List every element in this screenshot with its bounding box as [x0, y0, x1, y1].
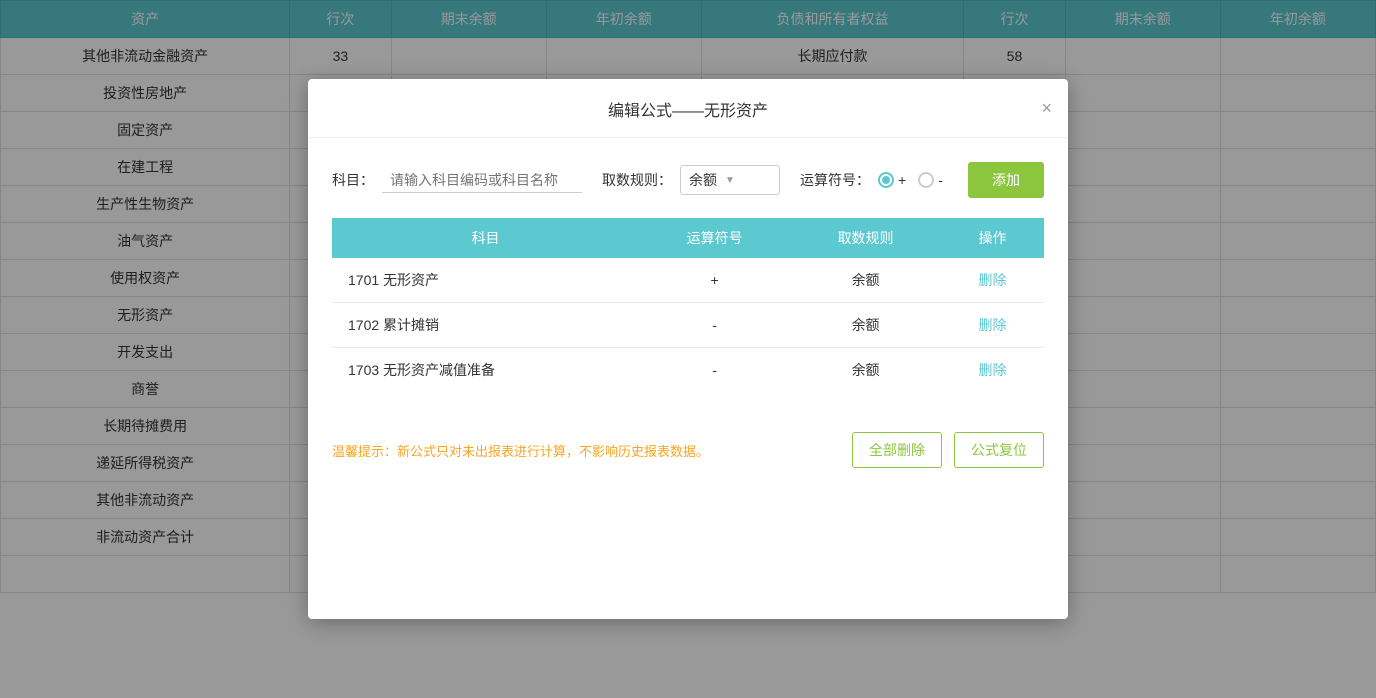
- col-fetch-rule: 取数规则: [790, 218, 941, 258]
- dialog-body: 科目： 取数规则： 余额 ▼ 运算符号：: [308, 138, 1068, 392]
- operator-plus-radio[interactable]: +: [878, 172, 906, 188]
- modal-overlay: 编辑公式——无形资产 × 科目： 取数规则： 余额 ▼: [0, 0, 1376, 698]
- radio-unchecked-icon: [918, 172, 934, 188]
- row-fetch-3: 余额: [790, 348, 941, 393]
- row-subject-3: 1703 无形资产减值准备: [332, 348, 639, 393]
- table-row: 1701 无形资产 + 余额 删除: [332, 258, 1044, 303]
- row-action-3: 删除: [941, 348, 1044, 393]
- dialog-footer: 温馨提示：新公式只对未出报表进行计算，不影响历史报表数据。 全部删除 公式复位: [308, 412, 1068, 488]
- row-fetch-2: 余额: [790, 303, 941, 348]
- delete-button-3[interactable]: 删除: [979, 362, 1007, 378]
- fetch-rule-group: 取数规则： 余额 ▼: [602, 165, 780, 195]
- row-subject-1: 1701 无形资产: [332, 258, 639, 303]
- operator-plus-label: +: [898, 172, 906, 188]
- row-operator-3: -: [639, 348, 790, 393]
- edit-formula-dialog: 编辑公式——无形资产 × 科目： 取数规则： 余额 ▼: [308, 79, 1068, 619]
- footer-buttons: 全部删除 公式复位: [852, 432, 1044, 468]
- table-row: 1703 无形资产减值准备 - 余额 删除: [332, 348, 1044, 393]
- col-action: 操作: [941, 218, 1044, 258]
- row-fetch-1: 余额: [790, 258, 941, 303]
- operator-minus-label: -: [938, 172, 943, 188]
- subject-label: 科目：: [332, 170, 374, 190]
- fetch-rule-label: 取数规则：: [602, 170, 672, 190]
- row-operator-1: +: [639, 258, 790, 303]
- formula-table: 科目 运算符号 取数规则 操作 1701 无形资产 + 余额 删除: [332, 218, 1044, 392]
- delete-button-1[interactable]: 删除: [979, 272, 1007, 288]
- col-operator: 运算符号: [639, 218, 790, 258]
- subject-input[interactable]: [382, 168, 582, 193]
- close-button[interactable]: ×: [1041, 99, 1052, 117]
- row-operator-2: -: [639, 303, 790, 348]
- table-row: 1702 累计摊销 - 余额 删除: [332, 303, 1044, 348]
- operator-radio-group: + -: [878, 172, 943, 188]
- fetch-rule-select[interactable]: 余额 ▼: [680, 165, 780, 195]
- operator-label: 运算符号：: [800, 170, 870, 190]
- delete-button-2[interactable]: 删除: [979, 317, 1007, 333]
- subject-field-group: 科目：: [332, 168, 582, 193]
- radio-checked-icon: [878, 172, 894, 188]
- reset-formula-button[interactable]: 公式复位: [954, 432, 1044, 468]
- operator-minus-radio[interactable]: -: [918, 172, 943, 188]
- operator-group: 运算符号： + -: [800, 170, 943, 190]
- dialog-header: 编辑公式——无形资产 ×: [308, 79, 1068, 138]
- footer-hint: 温馨提示：新公式只对未出报表进行计算，不影响历史报表数据。: [332, 441, 709, 460]
- dialog-title: 编辑公式——无形资产: [608, 97, 768, 121]
- row-subject-2: 1702 累计摊销: [332, 303, 639, 348]
- form-row: 科目： 取数规则： 余额 ▼ 运算符号：: [332, 162, 1044, 198]
- col-subject: 科目: [332, 218, 639, 258]
- row-action-2: 删除: [941, 303, 1044, 348]
- add-button[interactable]: 添加: [968, 162, 1044, 198]
- fetch-rule-value: 余额: [689, 170, 717, 190]
- chevron-down-icon: ▼: [725, 175, 735, 186]
- row-action-1: 删除: [941, 258, 1044, 303]
- delete-all-button[interactable]: 全部删除: [852, 432, 942, 468]
